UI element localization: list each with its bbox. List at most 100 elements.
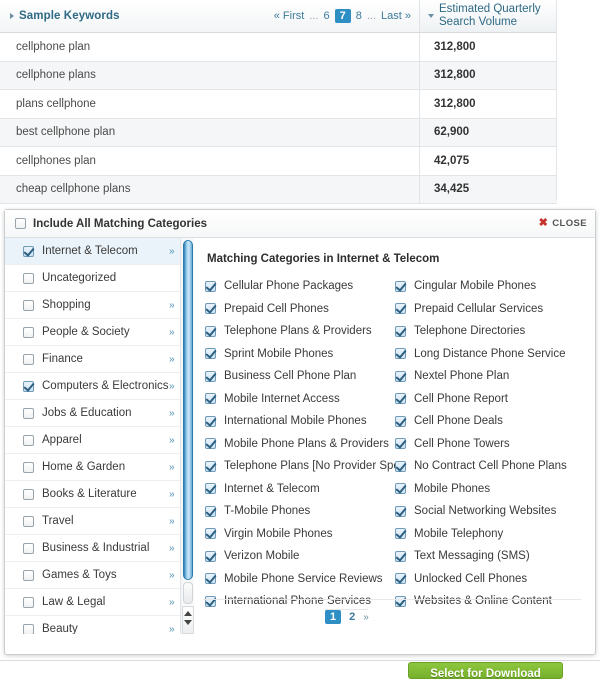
matching-category-item[interactable]: Telephone Plans [No Provider Specified] — [205, 455, 395, 478]
chevron-right-icon[interactable]: » — [169, 624, 174, 635]
matching-category-item[interactable]: Telephone Plans & Providers — [205, 320, 395, 343]
matching-category-item[interactable]: Mobile Phones — [395, 478, 585, 501]
matching-category-checkbox[interactable] — [205, 528, 216, 540]
matching-category-item[interactable]: Mobile Internet Access — [205, 388, 395, 411]
matching-category-checkbox[interactable] — [205, 348, 216, 360]
matching-category-checkbox[interactable] — [395, 415, 406, 427]
matching-category-checkbox[interactable] — [205, 393, 216, 405]
matching-category-checkbox[interactable] — [205, 325, 216, 337]
category-item[interactable]: Business & Industrial » — [5, 535, 180, 562]
pagination-page-6[interactable]: 6 — [323, 10, 329, 22]
category-checkbox[interactable] — [23, 299, 34, 311]
pagination-first[interactable]: « First — [274, 10, 305, 22]
matching-category-item[interactable]: T-Mobile Phones — [205, 500, 395, 523]
category-item[interactable]: Uncategorized — [5, 265, 180, 292]
matching-category-checkbox[interactable] — [205, 370, 216, 382]
matching-page-next[interactable]: » — [363, 612, 368, 623]
matching-category-checkbox[interactable] — [395, 550, 406, 562]
matching-category-checkbox[interactable] — [205, 595, 216, 607]
chevron-right-icon[interactable]: » — [169, 408, 174, 419]
category-checkbox[interactable] — [23, 596, 34, 608]
matching-category-checkbox[interactable] — [205, 573, 216, 585]
matching-category-item[interactable]: Long Distance Phone Service — [395, 343, 585, 366]
category-checkbox[interactable] — [23, 623, 34, 634]
category-item[interactable]: Home & Garden » — [5, 454, 180, 481]
matching-category-checkbox[interactable] — [205, 550, 216, 562]
matching-category-item[interactable]: International Mobile Phones — [205, 410, 395, 433]
category-checkbox[interactable] — [23, 407, 34, 419]
table-row[interactable]: cellphone plan 312,800 — [0, 33, 557, 62]
chevron-right-icon[interactable]: » — [169, 354, 174, 365]
scrollbar-thumb-cap[interactable] — [182, 582, 193, 604]
matching-category-checkbox[interactable] — [395, 393, 406, 405]
category-item[interactable]: Apparel » — [5, 427, 180, 454]
chevron-right-icon[interactable]: » — [169, 300, 174, 311]
chevron-right-icon[interactable]: » — [169, 516, 174, 527]
matching-category-item[interactable]: Websites & Online Content — [395, 590, 585, 613]
matching-category-item[interactable]: Unlocked Cell Phones — [395, 568, 585, 591]
matching-category-checkbox[interactable] — [395, 348, 406, 360]
matching-category-checkbox[interactable] — [205, 483, 216, 495]
chevron-right-icon[interactable]: » — [169, 489, 174, 500]
matching-category-item[interactable]: Telephone Directories — [395, 320, 585, 343]
matching-category-item[interactable]: Prepaid Cell Phones — [205, 298, 395, 321]
category-checkbox[interactable] — [23, 245, 34, 257]
matching-category-checkbox[interactable] — [205, 505, 216, 517]
scroll-down-arrow-icon[interactable] — [183, 620, 192, 625]
chevron-right-icon[interactable]: » — [169, 462, 174, 473]
matching-category-item[interactable]: Virgin Mobile Phones — [205, 523, 395, 546]
matching-category-checkbox[interactable] — [395, 438, 406, 450]
matching-category-checkbox[interactable] — [395, 280, 406, 292]
category-checkbox[interactable] — [23, 488, 34, 500]
category-item[interactable]: Games & Toys » — [5, 562, 180, 589]
category-checkbox[interactable] — [23, 542, 34, 554]
category-checkbox[interactable] — [23, 353, 34, 365]
matching-page-1[interactable]: 1 — [325, 610, 342, 624]
volume-column-header[interactable]: Estimated Quarterly Search Volume — [420, 0, 557, 32]
category-item[interactable]: Law & Legal » — [5, 589, 180, 616]
matching-category-item[interactable]: Cell Phone Towers — [395, 433, 585, 456]
category-item[interactable]: Internet & Telecom » — [5, 238, 180, 265]
category-item[interactable]: People & Society » — [5, 319, 180, 346]
chevron-right-icon[interactable]: » — [169, 381, 174, 392]
pagination-current-page[interactable]: 7 — [334, 9, 351, 23]
matching-category-item[interactable]: Mobile Telephony — [395, 523, 585, 546]
table-row[interactable]: cellphones plan 42,075 — [0, 147, 557, 176]
matching-category-item[interactable]: No Contract Cell Phone Plans — [395, 455, 585, 478]
category-item[interactable]: Finance » — [5, 346, 180, 373]
close-button[interactable]: ✖ CLOSE — [539, 218, 587, 230]
category-checkbox[interactable] — [23, 461, 34, 473]
matching-category-item[interactable]: Mobile Phone Plans & Providers — [205, 433, 395, 456]
chevron-right-icon[interactable]: » — [169, 246, 174, 257]
matching-category-checkbox[interactable] — [205, 460, 216, 472]
category-item[interactable]: Travel » — [5, 508, 180, 535]
matching-category-checkbox[interactable] — [395, 528, 406, 540]
matching-category-item[interactable]: Prepaid Cellular Services — [395, 298, 585, 321]
chevron-right-icon[interactable]: » — [169, 543, 174, 554]
matching-category-checkbox[interactable] — [205, 303, 216, 315]
matching-category-item[interactable]: Cingular Mobile Phones — [395, 275, 585, 298]
category-item[interactable]: Books & Literature » — [5, 481, 180, 508]
scroll-up-arrow-icon[interactable] — [183, 611, 192, 616]
table-row[interactable]: cheap cellphone plans 34,425 — [0, 175, 557, 204]
include-all-checkbox[interactable] — [15, 218, 26, 229]
matching-category-item[interactable]: Mobile Phone Service Reviews — [205, 568, 395, 591]
category-checkbox[interactable] — [23, 569, 34, 581]
chevron-right-icon[interactable]: » — [169, 435, 174, 446]
matching-category-item[interactable]: Business Cell Phone Plan — [205, 365, 395, 388]
matching-category-item[interactable]: Sprint Mobile Phones — [205, 343, 395, 366]
matching-category-item[interactable]: Internet & Telecom — [205, 478, 395, 501]
matching-category-checkbox[interactable] — [395, 370, 406, 382]
category-checkbox[interactable] — [23, 434, 34, 446]
matching-category-item[interactable]: Cell Phone Report — [395, 388, 585, 411]
matching-category-checkbox[interactable] — [395, 303, 406, 315]
table-row[interactable]: cellphone plans 312,800 — [0, 61, 557, 90]
chevron-right-icon[interactable]: » — [169, 327, 174, 338]
matching-page-2[interactable]: 2 — [349, 611, 355, 623]
table-row[interactable]: best cellphone plan 62,900 — [0, 118, 557, 147]
matching-category-checkbox[interactable] — [205, 415, 216, 427]
pagination-last[interactable]: Last » — [381, 10, 411, 22]
chevron-right-icon[interactable]: » — [169, 570, 174, 581]
category-checkbox[interactable] — [23, 380, 34, 392]
category-item[interactable]: Shopping » — [5, 292, 180, 319]
